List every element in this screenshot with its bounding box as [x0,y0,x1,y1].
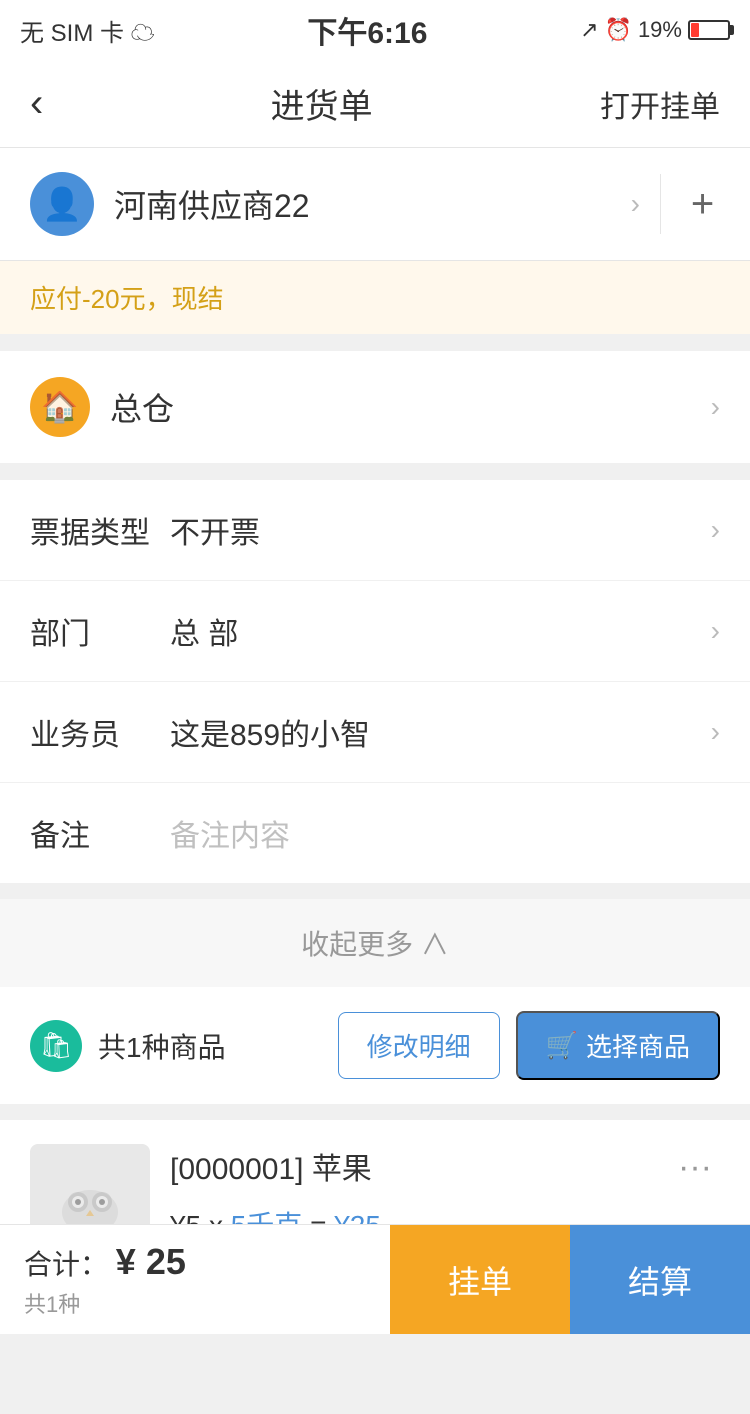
product-bag-icon: 🛍 [30,1020,82,1072]
back-button[interactable]: ‹ [30,81,43,126]
status-left: 无 SIM 卡 ☁ [20,13,155,48]
battery-icon [688,20,730,40]
product-more-button[interactable]: ··· [670,1144,720,1191]
ticket-type-label: 票据类型 [30,508,170,552]
open-hang-button[interactable]: 打开挂单 [600,82,720,126]
select-label: 选择商品 [586,1027,690,1064]
notice-bar: 应付-20元，现结 [0,261,750,334]
product-code: [0000001] [170,1153,303,1186]
supplier-row[interactable]: 👤 河南供应商22 › + [0,148,750,261]
supplier-name: 河南供应商22 [114,181,621,227]
salesperson-row[interactable]: 业务员 这是859的小智 › [0,681,750,782]
collapse-button[interactable]: 收起更多 ∧ [0,899,750,987]
battery-level: 19% [638,17,682,43]
warehouse-chevron-icon: › [711,391,720,423]
salesperson-label: 业务员 [30,710,170,754]
warehouse-icon: 🏠 [30,377,90,437]
product-name: 苹果 [312,1153,372,1186]
collapse-text: 收起更多 ∧ [301,923,449,963]
edit-detail-button[interactable]: 修改明细 [338,1012,500,1079]
salesperson-value: 这是859的小智 [170,710,701,754]
add-supplier-button[interactable]: + [660,174,720,234]
total-amount: ¥ 25 [116,1241,186,1282]
total-count: 共1种 [24,1287,366,1319]
product-title: [0000001] 苹果 [170,1144,650,1188]
product-bar: 🛍 共1种商品 修改明细 🛒 选择商品 [0,987,750,1104]
checkout-label: 结算 [628,1257,692,1303]
home-icon: 🏠 [41,390,78,425]
dept-chevron-icon: › [711,615,720,647]
ticket-type-value: 不开票 [170,508,701,552]
warehouse-section: 🏠 总仓 › [0,350,750,463]
select-product-button[interactable]: 🛒 选择商品 [516,1011,720,1080]
dept-label: 部门 [30,609,170,653]
signal-text: 无 SIM 卡 ☁ [20,13,155,48]
supplier-section: 👤 河南供应商22 › + 应付-20元，现结 [0,148,750,334]
checkout-button[interactable]: 结算 [570,1225,750,1334]
remark-label: 备注 [30,811,170,855]
page-title: 进货单 [271,79,373,128]
total-row: 合计： ¥ 25 [24,1241,366,1283]
ticket-type-row[interactable]: 票据类型 不开票 › [0,479,750,580]
status-right: ↗ ⏰ 19% [580,17,730,43]
total-section: 合计： ¥ 25 共1种 [0,1225,390,1334]
chevron-right-icon: › [631,188,640,220]
hang-button[interactable]: 挂单 [390,1225,570,1334]
warehouse-row[interactable]: 🏠 总仓 › [0,350,750,463]
plus-icon: + [691,182,714,227]
ticket-type-chevron-icon: › [711,514,720,546]
remark-input[interactable]: 备注内容 [170,811,720,855]
hang-label: 挂单 [448,1257,512,1303]
form-section: 票据类型 不开票 › 部门 总 部 › 业务员 这是859的小智 › 备注 备注… [0,479,750,883]
total-label: 合计： [24,1249,108,1280]
status-time: 下午6:16 [307,8,427,52]
location-icon: ↗ [580,17,598,43]
alarm-icon: ⏰ [605,17,632,43]
product-count: 共1种商品 [98,1026,322,1066]
bottom-bar: 合计： ¥ 25 共1种 挂单 结算 [0,1224,750,1334]
avatar-icon: 👤 [42,185,82,223]
nav-bar: ‹ 进货单 打开挂单 [0,60,750,148]
salesperson-chevron-icon: › [711,716,720,748]
dept-value: 总 部 [170,609,701,653]
status-bar: 无 SIM 卡 ☁ 下午6:16 ↗ ⏰ 19% [0,0,750,60]
notice-text: 应付-20元，现结 [30,284,224,314]
supplier-avatar: 👤 [30,172,94,236]
dept-row[interactable]: 部门 总 部 › [0,580,750,681]
remark-row[interactable]: 备注 备注内容 [0,782,750,883]
select-icon: 🛒 [546,1030,578,1061]
warehouse-name: 总仓 [110,384,701,430]
